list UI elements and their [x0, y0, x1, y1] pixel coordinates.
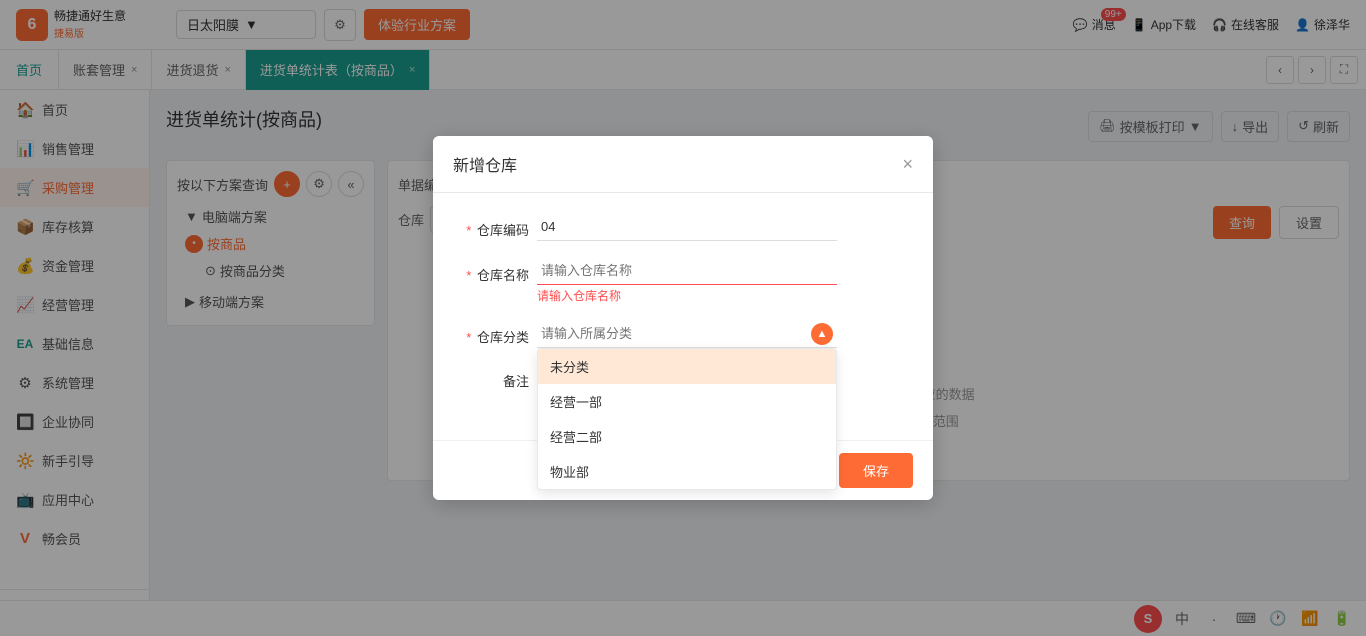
warehouse-name-label: * 仓库名称	[457, 258, 537, 284]
warehouse-name-input[interactable]	[537, 257, 837, 285]
dropdown-item-dept2[interactable]: 经营二部	[538, 419, 836, 454]
category-dropdown-toggle[interactable]: ▲	[811, 323, 833, 345]
warehouse-code-label: * 仓库编码	[457, 213, 537, 239]
warehouse-category-input[interactable]	[537, 320, 837, 348]
warehouse-name-error: 请输入仓库名称	[537, 287, 909, 304]
warehouse-name-row: * 仓库名称 请输入仓库名称	[457, 257, 909, 304]
modal-header: 新增仓库 ×	[433, 136, 933, 193]
modal-add-warehouse: 新增仓库 × * 仓库编码 * 仓库名称	[433, 136, 933, 500]
warehouse-code-input[interactable]	[537, 213, 837, 241]
modal-body: * 仓库编码 * 仓库名称 请输入仓库名称	[433, 193, 933, 440]
warehouse-category-label: * 仓库分类	[457, 320, 537, 346]
warehouse-category-select-wrapper: ▲ 未分类 经营一部 经营二部 物业部	[537, 320, 837, 348]
dropdown-item-dept3[interactable]: 物业部	[538, 454, 836, 489]
dropdown-item-dept1[interactable]: 经营一部	[538, 384, 836, 419]
warehouse-category-row: * 仓库分类 ▲ 未分类 经营一部 经营二部 物业部	[457, 320, 909, 348]
save-button[interactable]: 保存	[839, 453, 913, 488]
modal-title: 新增仓库	[453, 152, 517, 176]
category-dropdown: 未分类 经营一部 经营二部 物业部	[537, 348, 837, 490]
warehouse-note-label: 备注	[457, 364, 537, 390]
modal-overlay[interactable]: 新增仓库 × * 仓库编码 * 仓库名称	[0, 0, 1366, 636]
modal-close-button[interactable]: ×	[902, 155, 913, 173]
dropdown-item-unclassified[interactable]: 未分类	[538, 349, 836, 384]
warehouse-code-row: * 仓库编码	[457, 213, 909, 241]
